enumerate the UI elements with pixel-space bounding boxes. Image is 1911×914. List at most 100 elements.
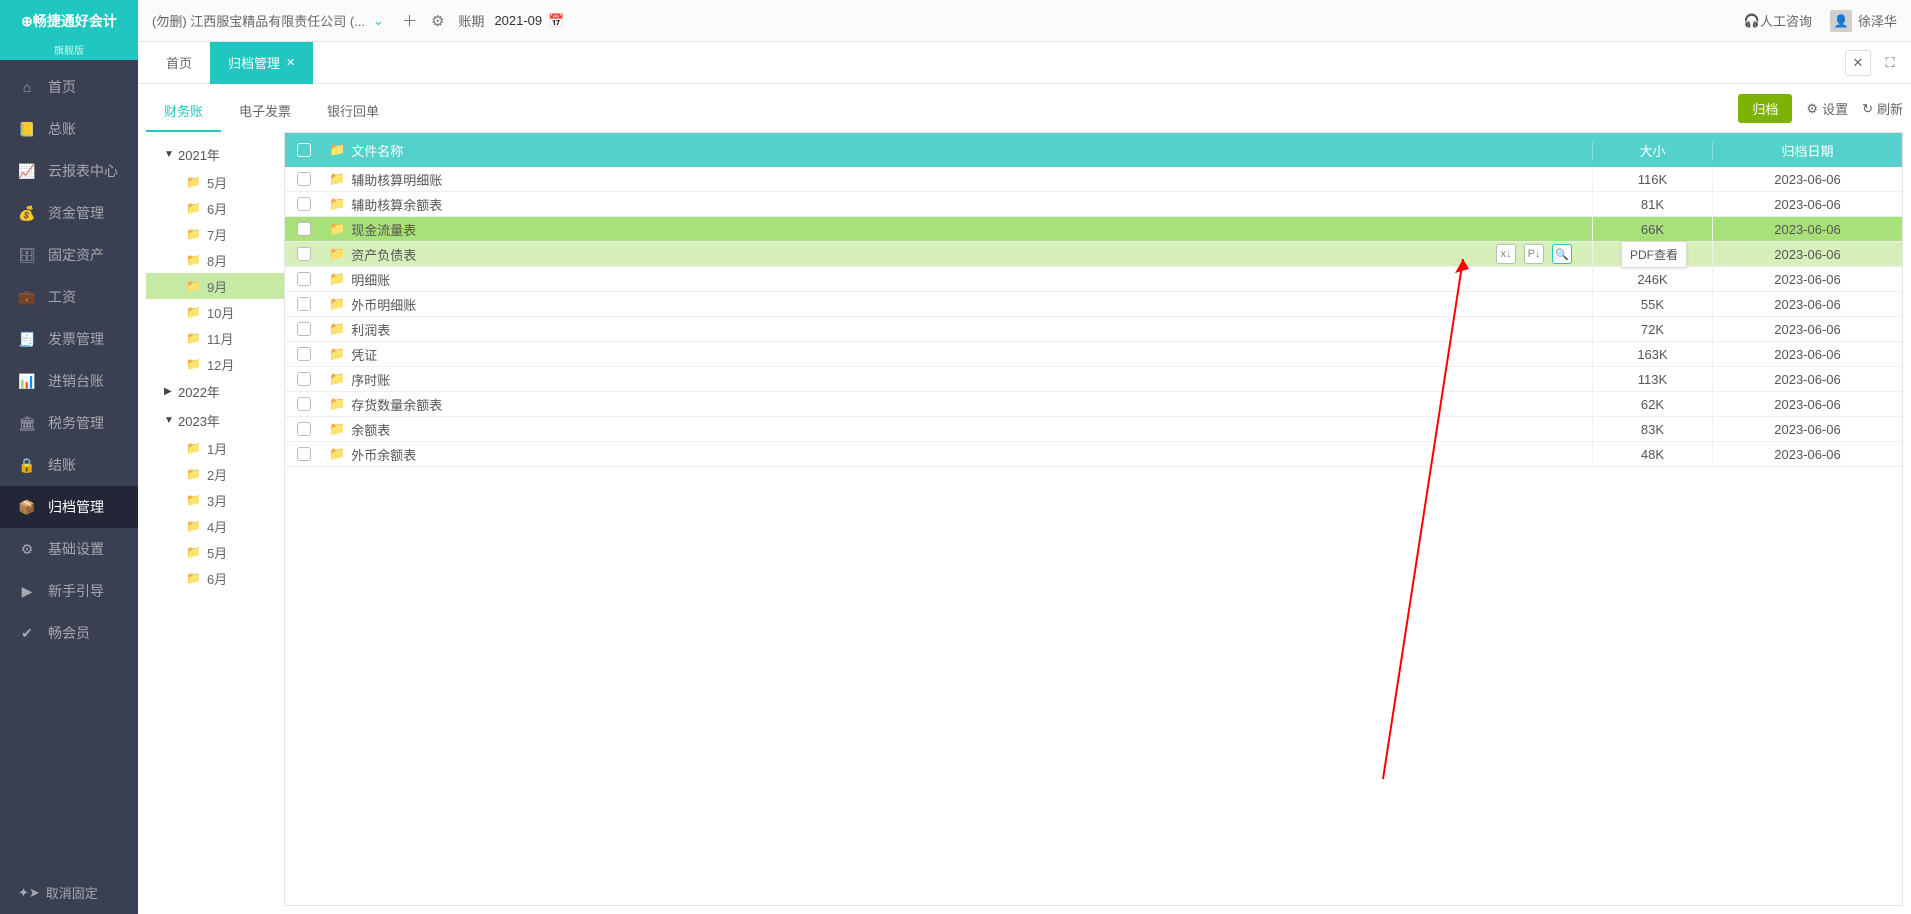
- tab-首页[interactable]: 首页: [148, 42, 210, 84]
- table-row[interactable]: 📁辅助核算余额表81K2023-06-06: [285, 192, 1902, 217]
- folder-icon: 📁: [329, 221, 345, 237]
- tree-month[interactable]: 📁1月: [146, 435, 284, 461]
- tree-month[interactable]: 📁5月: [146, 539, 284, 565]
- table-row[interactable]: 📁现金流量表66K2023-06-06: [285, 217, 1902, 242]
- subtabs: 财务账电子发票银行回单 归档 ⚙设置 ↻刷新: [146, 84, 1903, 132]
- view-pdf-icon[interactable]: 🔍: [1552, 244, 1572, 264]
- subtab-电子发票[interactable]: 电子发票: [221, 91, 309, 132]
- period-value[interactable]: 2021-09: [494, 13, 542, 28]
- export-excel-icon[interactable]: x↓: [1496, 244, 1516, 264]
- row-checkbox[interactable]: [297, 397, 311, 411]
- table-row[interactable]: 📁凭证163K2023-06-06: [285, 342, 1902, 367]
- toolbar: 归档 ⚙设置 ↻刷新: [1738, 94, 1903, 123]
- nav-archive[interactable]: 📦归档管理: [0, 486, 138, 528]
- nav-asset[interactable]: 🗄固定资产: [0, 234, 138, 276]
- gear-icon[interactable]: ⚙: [431, 12, 444, 30]
- file-name: 序时账: [351, 370, 390, 389]
- nav-tax[interactable]: 🏛税务管理: [0, 402, 138, 444]
- brand-edition: 旗舰版: [0, 42, 138, 60]
- tree-month[interactable]: 📁3月: [146, 487, 284, 513]
- tree-month[interactable]: 📁2月: [146, 461, 284, 487]
- refresh-link[interactable]: ↻刷新: [1862, 99, 1903, 118]
- folder-icon: 📁: [329, 446, 345, 462]
- subtab-财务账[interactable]: 财务账: [146, 91, 221, 132]
- folder-icon: 📁: [186, 441, 201, 455]
- fullscreen-icon[interactable]: ⛶: [1877, 50, 1903, 76]
- row-checkbox[interactable]: [297, 372, 311, 386]
- tooltip: PDF查看: [1621, 241, 1687, 268]
- row-checkbox[interactable]: [297, 222, 311, 236]
- folder-icon: 📁: [329, 271, 345, 287]
- folder-icon: 📁: [186, 201, 201, 215]
- tree-month[interactable]: 📁8月: [146, 247, 284, 273]
- table-row[interactable]: 📁辅助核算明细账116K2023-06-06: [285, 167, 1902, 192]
- tree-month[interactable]: 📁9月: [146, 273, 284, 299]
- calendar-icon[interactable]: 📅: [548, 13, 564, 29]
- folder-icon: 📁: [329, 371, 345, 387]
- tree-month[interactable]: 📁7月: [146, 221, 284, 247]
- table-row[interactable]: 📁资产负债表x↓P↓🔍PDF查看1K2023-06-06: [285, 242, 1902, 267]
- nav-home[interactable]: ⌂首页: [0, 66, 138, 108]
- tree-year[interactable]: ▼2021年: [146, 140, 284, 169]
- tab-归档管理[interactable]: 归档管理✕: [210, 42, 313, 84]
- row-checkbox[interactable]: [297, 347, 311, 361]
- invoice-icon: 🧾: [18, 330, 36, 348]
- tree-month[interactable]: 📁10月: [146, 299, 284, 325]
- tree-month[interactable]: 📁4月: [146, 513, 284, 539]
- nav-guide[interactable]: ▶新手引导: [0, 570, 138, 612]
- file-name: 凭证: [351, 345, 377, 364]
- archive-button[interactable]: 归档: [1738, 94, 1792, 123]
- tree-month[interactable]: 📁6月: [146, 195, 284, 221]
- sidebar-unpin[interactable]: ✦➤ 取消固定: [0, 871, 138, 914]
- table-row[interactable]: 📁余额表83K2023-06-06: [285, 417, 1902, 442]
- settings-link[interactable]: ⚙设置: [1806, 99, 1848, 118]
- company-selector[interactable]: (勿删) 江西服宝精品有限责任公司 (...: [152, 11, 365, 30]
- tree-year[interactable]: ▼2023年: [146, 406, 284, 435]
- row-checkbox[interactable]: [297, 247, 311, 261]
- nav-stock[interactable]: 📊进销台账: [0, 360, 138, 402]
- nav-invoice[interactable]: 🧾发票管理: [0, 318, 138, 360]
- user-menu[interactable]: 👤 徐泽华: [1830, 10, 1897, 32]
- tree-month[interactable]: 📁5月: [146, 169, 284, 195]
- row-checkbox[interactable]: [297, 272, 311, 286]
- table-row[interactable]: 📁外币余额表48K2023-06-06: [285, 442, 1902, 467]
- tree-month[interactable]: 📁12月: [146, 351, 284, 377]
- add-icon[interactable]: ＋: [402, 10, 417, 31]
- tree-month[interactable]: 📁11月: [146, 325, 284, 351]
- table-row[interactable]: 📁明细账246K2023-06-06: [285, 267, 1902, 292]
- nav-ledger[interactable]: 📒总账: [0, 108, 138, 150]
- file-size: 113K: [1592, 367, 1712, 391]
- row-checkbox[interactable]: [297, 297, 311, 311]
- table-row[interactable]: 📁外币明细账55K2023-06-06: [285, 292, 1902, 317]
- tree-year[interactable]: ▶2022年: [146, 377, 284, 406]
- member-icon: ✔: [18, 624, 36, 642]
- close-icon[interactable]: ✕: [286, 56, 295, 69]
- year-tree: ▼2021年📁5月📁6月📁7月📁8月📁9月📁10月📁11月📁12月▶2022年▼…: [146, 132, 284, 906]
- nav: ⌂首页📒总账📈云报表中心💰资金管理🗄固定资产💼工资🧾发票管理📊进销台账🏛税务管理…: [0, 60, 138, 871]
- row-checkbox[interactable]: [297, 422, 311, 436]
- table-row[interactable]: 📁序时账113K2023-06-06: [285, 367, 1902, 392]
- file-date: 2023-06-06: [1712, 192, 1902, 216]
- table-row[interactable]: 📁利润表72K2023-06-06: [285, 317, 1902, 342]
- nav-member[interactable]: ✔畅会员: [0, 612, 138, 654]
- row-checkbox[interactable]: [297, 322, 311, 336]
- table-row[interactable]: 📁存货数量余额表62K2023-06-06: [285, 392, 1902, 417]
- nav-report[interactable]: 📈云报表中心: [0, 150, 138, 192]
- tab-close-button[interactable]: ✕: [1845, 50, 1871, 76]
- tree-month[interactable]: 📁6月: [146, 565, 284, 591]
- file-size: 62K: [1592, 392, 1712, 416]
- file-grid: 📁文件名称 大小 归档日期 📁辅助核算明细账116K2023-06-06📁辅助核…: [284, 132, 1903, 906]
- row-checkbox[interactable]: [297, 447, 311, 461]
- select-all-checkbox[interactable]: [297, 143, 311, 157]
- chevron-down-icon[interactable]: ⌄: [373, 13, 384, 29]
- row-checkbox[interactable]: [297, 172, 311, 186]
- subtab-银行回单[interactable]: 银行回单: [309, 91, 397, 132]
- nav-salary[interactable]: 💼工资: [0, 276, 138, 318]
- export-pdf-icon[interactable]: P↓: [1524, 244, 1544, 264]
- nav-fund[interactable]: 💰资金管理: [0, 192, 138, 234]
- consult-link[interactable]: 🎧 人工咨询: [1744, 11, 1812, 30]
- nav-settings[interactable]: ⚙基础设置: [0, 528, 138, 570]
- nav-close[interactable]: 🔒结账: [0, 444, 138, 486]
- row-checkbox[interactable]: [297, 197, 311, 211]
- salary-icon: 💼: [18, 288, 36, 306]
